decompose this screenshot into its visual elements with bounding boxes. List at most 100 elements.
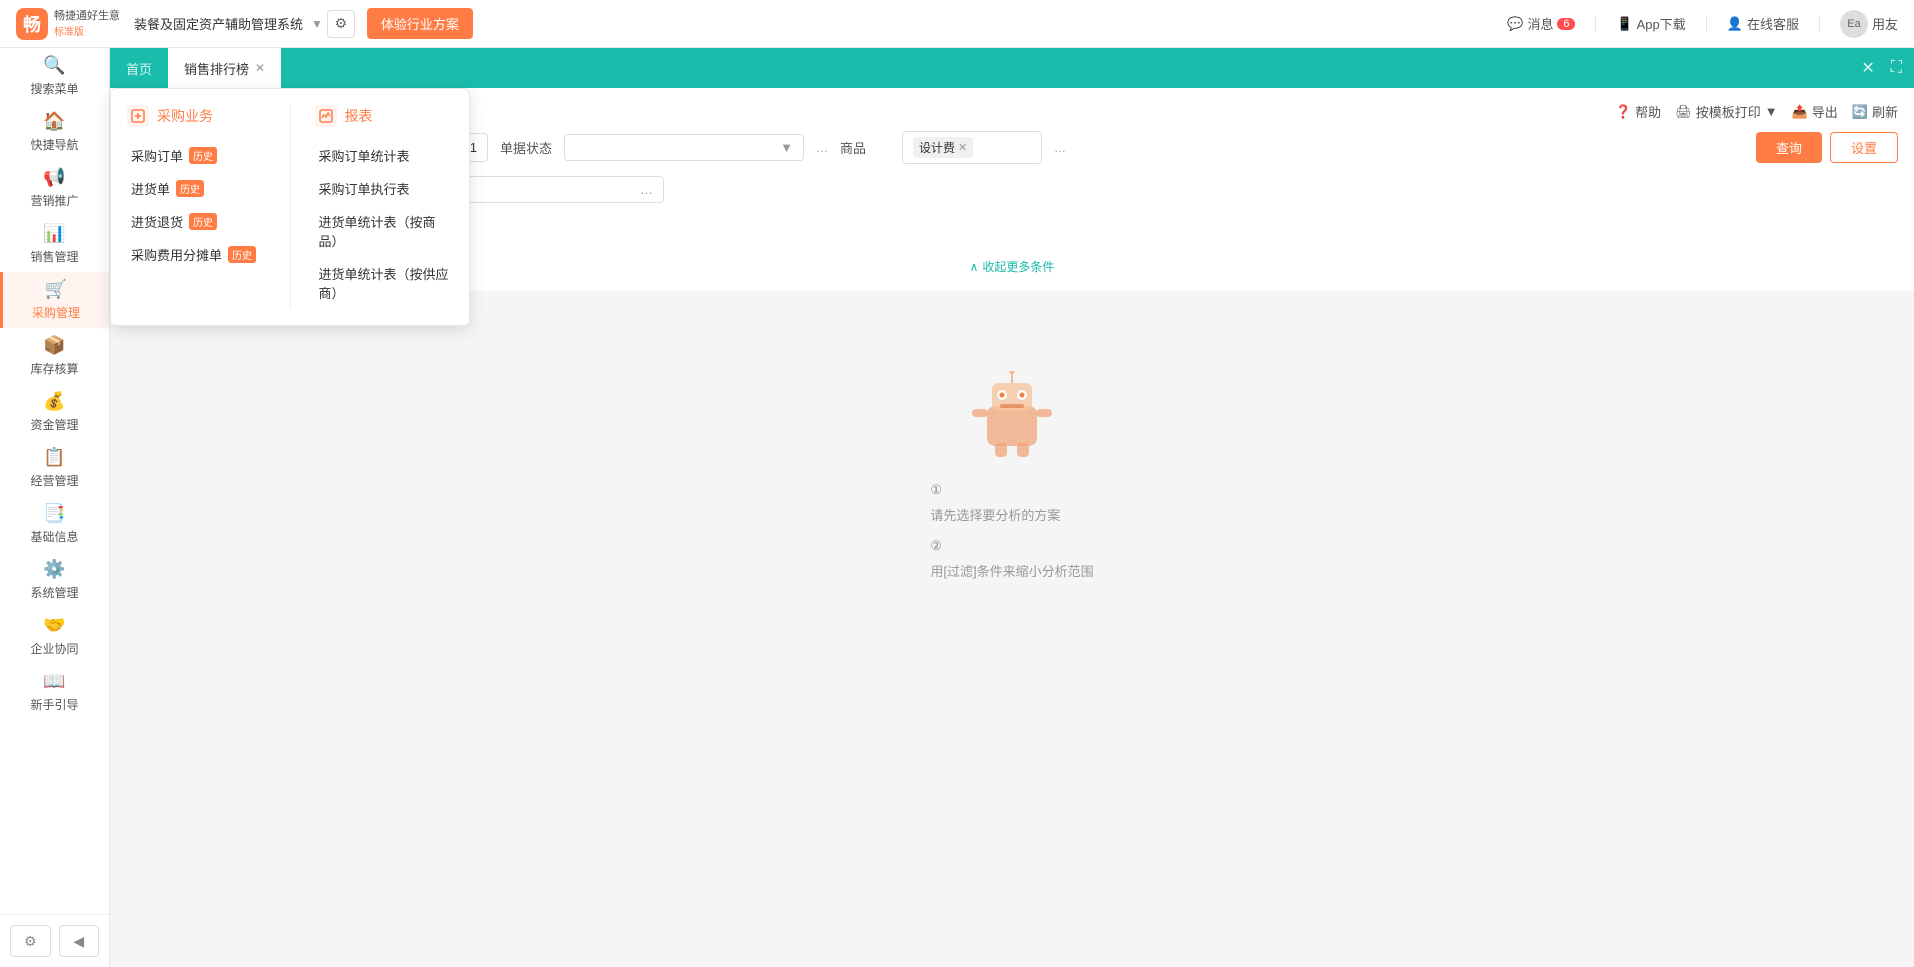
sidebar-label-sales: 销售管理 — [30, 248, 78, 265]
menu-col-divider — [290, 105, 291, 309]
menu-item-inbound-stats-supplier[interactable]: 进货单统计表（按供应商） — [315, 257, 454, 309]
print-icon: 🖨 — [1675, 104, 1692, 120]
sidebar-label-quick-nav: 快捷导航 — [30, 136, 78, 153]
sidebar-item-purchase[interactable]: 🛒 采购管理 — [0, 272, 109, 328]
top-bar: 畅 畅捷通好生意 标准版 装餐及固定资产辅助管理系统 ▼ ⚙ 体验行业方案 💬 … — [0, 0, 1914, 48]
industry-btn[interactable]: 体验行业方案 — [367, 8, 473, 39]
tab-bar-right: ✕ ⛶ — [1857, 48, 1914, 88]
sidebar: 🔍 搜索菜单 🏠 快捷导航 📢 营销推广 📊 销售管理 🛒 采购管理 📦 库存核… — [0, 48, 110, 967]
operations-icon: 📋 — [43, 447, 65, 468]
print-arrow-icon: ▼ — [1765, 104, 1778, 119]
sidebar-item-base-info[interactable]: 📑 基础信息 — [0, 496, 109, 552]
logo-icon: 畅 — [16, 8, 48, 40]
tab-sales-ranking[interactable]: 销售排行榜 ✕ — [168, 48, 281, 88]
settings-button[interactable]: ⚙ — [327, 10, 355, 38]
set-button[interactable]: 设置 — [1830, 132, 1898, 163]
sidebar-item-marketing[interactable]: 📢 营销推广 — [0, 160, 109, 216]
sidebar-label-enterprise: 企业协同 — [30, 640, 78, 657]
sidebar-label-base-info: 基础信息 — [30, 528, 78, 545]
sidebar-item-system[interactable]: ⚙️ 系统管理 — [0, 552, 109, 608]
empty-illustration — [962, 371, 1062, 461]
service-icon: 👤 — [1727, 16, 1743, 32]
goods-input[interactable]: 设计费 ✕ — [902, 131, 1042, 164]
dropdown-arrow-icon[interactable]: ▼ — [311, 17, 323, 31]
search-icon: 🔍 — [43, 55, 65, 76]
btn-toolbar: 查询 设置 — [1756, 132, 1898, 163]
settings-bottom-button[interactable]: ⚙ — [10, 925, 51, 957]
sidebar-item-search[interactable]: 🔍 搜索菜单 — [0, 48, 109, 104]
export-button[interactable]: 📤 导出 — [1792, 102, 1838, 121]
system-icon: ⚙️ — [43, 559, 65, 580]
tab-close-icon[interactable]: ✕ — [255, 61, 265, 75]
app-download-button[interactable]: 📱 App下载 — [1616, 14, 1685, 33]
collapse-arrow-icon: ∧ — [970, 260, 979, 274]
phone-icon: 📱 — [1616, 16, 1632, 32]
empty-text: ① 请先选择要分析的方案 ② 用[过滤]条件来缩小分析范围 — [930, 477, 1093, 585]
sidebar-item-sales[interactable]: 📊 销售管理 — [0, 216, 109, 272]
report-col-icon — [315, 105, 337, 127]
sidebar-item-enterprise[interactable]: 🤝 企业协同 — [0, 608, 109, 664]
doc-status-label: 单据状态 — [500, 138, 552, 157]
sidebar-item-inventory[interactable]: 📦 库存核算 — [0, 328, 109, 384]
tab-close-all-icon[interactable]: ✕ — [1857, 54, 1878, 82]
refresh-icon: 🔄 — [1852, 104, 1868, 120]
sidebar-item-finance[interactable]: 💰 资金管理 — [0, 384, 109, 440]
help-icon: ❓ — [1615, 104, 1631, 120]
purchase-icon: 🛒 — [45, 279, 67, 300]
tab-maximize-icon[interactable]: ⛶ — [1887, 55, 1906, 81]
goods-more[interactable]: … — [1054, 141, 1066, 155]
salesman-select[interactable]: … — [464, 176, 664, 203]
refresh-button[interactable]: 🔄 刷新 — [1852, 102, 1898, 121]
message-button[interactable]: 💬 消息 6 — [1507, 14, 1575, 33]
goods-tag: 设计费 ✕ — [913, 137, 973, 158]
online-service-button[interactable]: 👤 在线客服 — [1727, 14, 1799, 33]
print-template-button[interactable]: 🖨 按模板打印 ▼ — [1675, 102, 1777, 121]
menu-item-purchase-order-stats[interactable]: 采购订单统计表 — [315, 139, 454, 172]
empty-robot-svg — [962, 371, 1062, 461]
sidebar-label-operations: 经营管理 — [30, 472, 78, 489]
export-icon: 📤 — [1792, 104, 1808, 120]
history-badge-2: 历史 — [176, 180, 204, 197]
tab-home[interactable]: 首页 — [110, 48, 168, 88]
sidebar-label-system: 系统管理 — [30, 584, 78, 601]
doc-status-more[interactable]: … — [816, 141, 828, 155]
marketing-icon: 📢 — [43, 167, 65, 188]
sidebar-label-inventory: 库存核算 — [30, 360, 78, 377]
goods-label: 商品 — [840, 138, 890, 157]
menu-item-purchase-order[interactable]: 采购订单 历史 — [127, 139, 266, 172]
tab-sales-ranking-label: 销售排行榜 — [184, 59, 249, 78]
doc-status-select[interactable]: ▼ — [564, 134, 804, 161]
system-title: 装餐及固定资产辅助管理系统 ▼ — [134, 14, 323, 33]
user-area[interactable]: Ea 用友 — [1840, 10, 1898, 38]
base-info-icon: 📑 — [43, 503, 65, 524]
menu-item-inbound-stats-goods[interactable]: 进货单统计表（按商品） — [315, 205, 454, 257]
tab-home-label: 首页 — [126, 59, 152, 78]
logo-area: 畅 畅捷通好生意 标准版 — [16, 8, 126, 40]
sidebar-item-quick-nav[interactable]: 🏠 快捷导航 — [0, 104, 109, 160]
sidebar-label-finance: 资金管理 — [30, 416, 78, 433]
sidebar-label-marketing: 营销推广 — [30, 192, 78, 209]
home-icon: 🏠 — [43, 111, 65, 132]
sales-icon: 📊 — [43, 223, 65, 244]
history-badge-4: 历史 — [228, 246, 256, 263]
query-button[interactable]: 查询 — [1756, 132, 1822, 163]
menu-item-inbound-return[interactable]: 进货退货 历史 — [127, 205, 266, 238]
finance-icon: 💰 — [43, 391, 65, 412]
goods-tag-close[interactable]: ✕ — [958, 141, 967, 154]
sidebar-label-purchase: 采购管理 — [32, 304, 80, 321]
doc-status-arrow: ▼ — [780, 140, 793, 155]
sidebar-item-guide[interactable]: 📖 新手引导 — [0, 664, 109, 720]
menu-item-purchase-order-exec[interactable]: 采购订单执行表 — [315, 172, 454, 205]
sidebar-item-operations[interactable]: 📋 经营管理 — [0, 440, 109, 496]
collapse-button[interactable]: ◀ — [59, 925, 100, 957]
divider — [1595, 16, 1596, 32]
history-badge-1: 历史 — [189, 147, 217, 164]
inventory-icon: 📦 — [43, 335, 65, 356]
sidebar-label-search: 搜索菜单 — [30, 80, 78, 97]
avatar: Ea — [1840, 10, 1868, 38]
help-button[interactable]: ❓ 帮助 — [1615, 102, 1661, 121]
menu-item-purchase-expense[interactable]: 采购费用分摊单 历史 — [127, 238, 266, 271]
message-icon: 💬 — [1507, 16, 1523, 32]
menu-item-inbound[interactable]: 进货单 历史 — [127, 172, 266, 205]
sidebar-label-guide: 新手引导 — [30, 696, 78, 713]
